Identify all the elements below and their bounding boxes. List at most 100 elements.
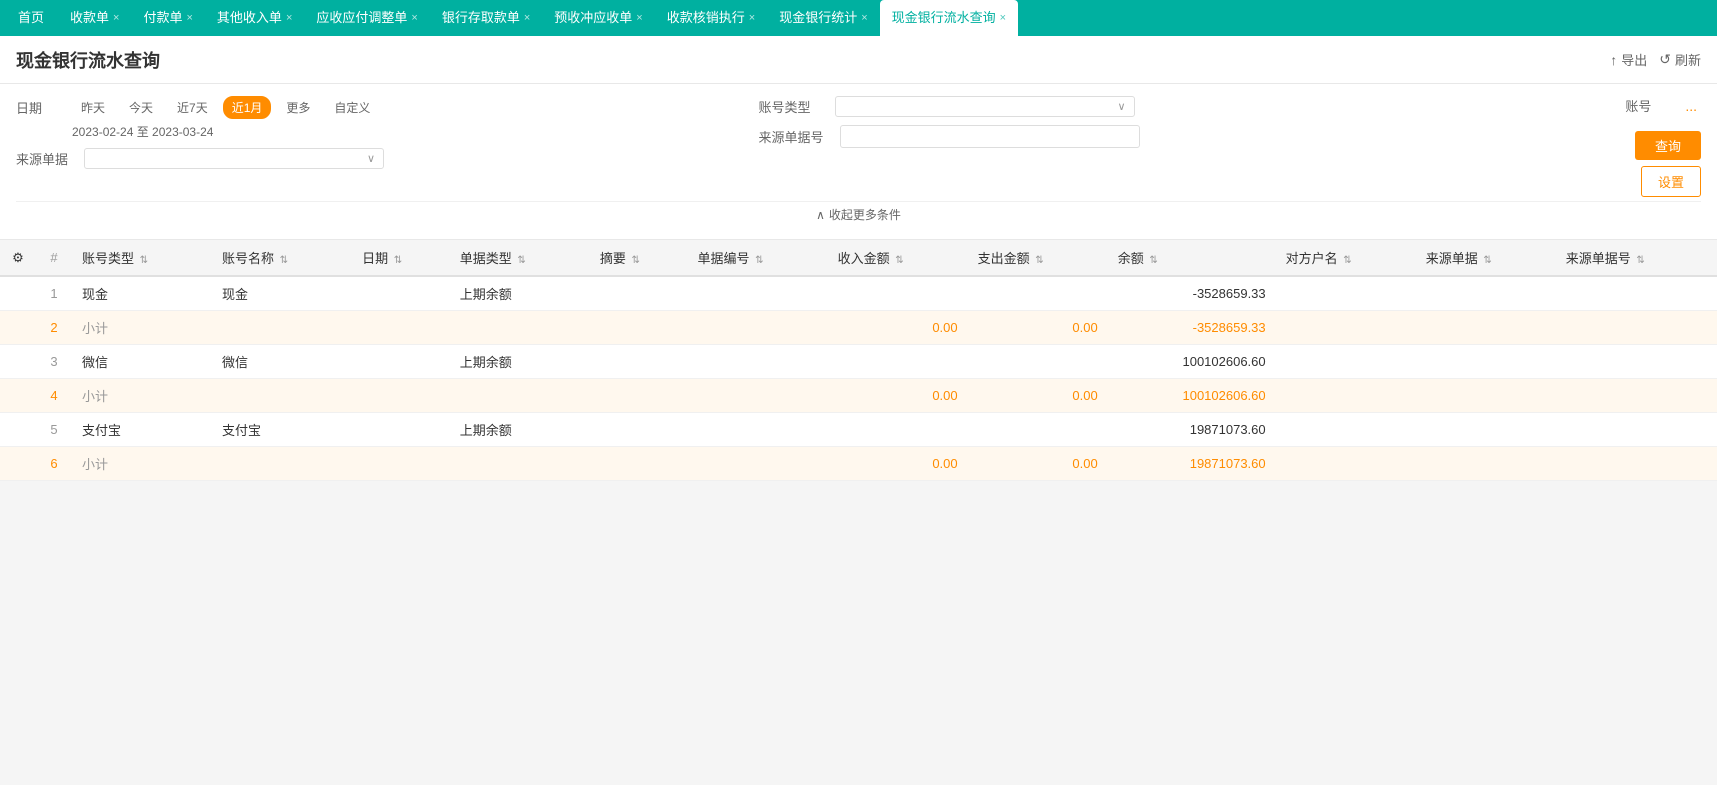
refresh-button[interactable]: ↺ 刷新	[1659, 50, 1701, 69]
table-row: 2小计0.000.00-3528659.33	[0, 311, 1717, 345]
date-more[interactable]: 更多	[277, 96, 319, 119]
td-source-doc-no	[1556, 345, 1717, 379]
td-index: 1	[36, 276, 72, 311]
td-summary	[590, 379, 688, 413]
th-counterparty[interactable]: 对方户名 ⇅	[1276, 240, 1416, 276]
nav-home[interactable]: 首页	[4, 0, 58, 36]
td-account-type: 小计	[72, 447, 212, 481]
th-source-doc[interactable]: 来源单据 ⇅	[1416, 240, 1556, 276]
close-icon[interactable]: ×	[411, 0, 417, 36]
td-settings	[0, 447, 36, 481]
close-icon[interactable]: ×	[113, 0, 119, 36]
source-doc-no-row: 来源单据号	[759, 125, 1462, 148]
th-doc-type[interactable]: 单据类型 ⇅	[450, 240, 590, 276]
th-expense[interactable]: 支出金额 ⇅	[968, 240, 1108, 276]
source-doc-select[interactable]: ∨	[84, 148, 384, 169]
td-balance: -3528659.33	[1108, 276, 1276, 311]
close-icon[interactable]: ×	[749, 0, 755, 36]
close-icon[interactable]: ×	[1000, 0, 1006, 36]
th-summary[interactable]: 摘要 ⇅	[590, 240, 688, 276]
td-expense	[968, 413, 1108, 447]
page-header: 现金银行流水查询 ↑ 导出 ↺ 刷新	[0, 36, 1717, 84]
th-date[interactable]: 日期 ⇅	[352, 240, 450, 276]
table-row: 1现金现金上期余额-3528659.33	[0, 276, 1717, 311]
source-doc-no-label: 来源单据号	[759, 127, 824, 146]
td-date	[352, 413, 450, 447]
collapse-bar[interactable]: ∧ 收起更多条件	[16, 201, 1701, 227]
settings-button[interactable]: 设置	[1641, 166, 1701, 197]
td-counterparty	[1276, 447, 1416, 481]
td-source-doc-no	[1556, 413, 1717, 447]
source-doc-label: 来源单据	[16, 149, 68, 168]
td-doc-type	[450, 311, 590, 345]
date-label: 日期	[16, 98, 56, 117]
td-account-type: 微信	[72, 345, 212, 379]
date-7days[interactable]: 近7天	[168, 96, 217, 119]
filter-area: 日期 昨天 今天 近7天 近1月 更多 自定义 2023-02-24 至 202…	[0, 84, 1717, 240]
th-balance[interactable]: 余额 ⇅	[1108, 240, 1276, 276]
td-counterparty	[1276, 413, 1416, 447]
td-income	[828, 276, 968, 311]
td-expense: 0.00	[968, 311, 1108, 345]
td-account-type: 小计	[72, 311, 212, 345]
tab-qitasd[interactable]: 其他收入单 ×	[205, 0, 304, 36]
close-icon[interactable]: ×	[186, 0, 192, 36]
td-doc-no	[688, 379, 828, 413]
source-doc-row: 来源单据 ∨	[16, 148, 719, 169]
close-icon[interactable]: ×	[286, 0, 292, 36]
tab-fukuandan[interactable]: 付款单 ×	[131, 0, 204, 36]
td-account-type: 小计	[72, 379, 212, 413]
td-income	[828, 345, 968, 379]
th-account-name[interactable]: 账号名称 ⇅	[212, 240, 352, 276]
tab-xjyhls[interactable]: 现金银行流水查询 ×	[880, 0, 1018, 36]
th-settings[interactable]: ⚙	[0, 240, 36, 276]
date-yesterday[interactable]: 昨天	[72, 96, 114, 119]
td-date	[352, 447, 450, 481]
td-income	[828, 413, 968, 447]
close-icon[interactable]: ×	[524, 0, 530, 36]
tab-yhcqkd[interactable]: 银行存取款单 ×	[430, 0, 542, 36]
collapse-up-icon: ∧	[816, 208, 825, 222]
th-account-type[interactable]: 账号类型 ⇅	[72, 240, 212, 276]
td-source-doc	[1416, 276, 1556, 311]
td-income: 0.00	[828, 379, 968, 413]
close-icon[interactable]: ×	[861, 0, 867, 36]
close-icon[interactable]: ×	[636, 0, 642, 36]
query-button[interactable]: 查询	[1635, 131, 1701, 160]
tab-yscs[interactable]: 预收冲应收单 ×	[542, 0, 654, 36]
td-date	[352, 379, 450, 413]
account-type-select[interactable]: ∨	[835, 96, 1135, 117]
td-balance: 19871073.60	[1108, 413, 1276, 447]
tab-skhxzx[interactable]: 收款核销执行 ×	[655, 0, 767, 36]
date-range-display: 2023-02-24 至 2023-03-24	[72, 125, 213, 139]
account-ellipsis[interactable]: ...	[1681, 98, 1701, 114]
td-doc-type: 上期余额	[450, 413, 590, 447]
tab-xjyhtj[interactable]: 现金银行统计 ×	[767, 0, 879, 36]
th-source-doc-no[interactable]: 来源单据号 ⇅	[1556, 240, 1717, 276]
th-doc-no[interactable]: 单据编号 ⇅	[688, 240, 828, 276]
td-source-doc-no	[1556, 311, 1717, 345]
td-doc-no	[688, 345, 828, 379]
gear-icon: ⚙	[12, 250, 24, 265]
td-doc-no	[688, 447, 828, 481]
date-today[interactable]: 今天	[120, 96, 162, 119]
tab-shoukuandan[interactable]: 收款单 ×	[58, 0, 131, 36]
source-doc-no-input[interactable]	[840, 125, 1140, 148]
td-account-name	[212, 379, 352, 413]
td-counterparty	[1276, 311, 1416, 345]
date-custom[interactable]: 自定义	[325, 96, 379, 119]
table-header-row: ⚙ # 账号类型 ⇅ 账号名称 ⇅ 日期 ⇅ 单据类型 ⇅ 摘要 ⇅ 单据编号 …	[0, 240, 1717, 276]
th-income[interactable]: 收入金额 ⇅	[828, 240, 968, 276]
chevron-down-icon: ∨	[1117, 100, 1125, 113]
account-label: 账号	[1625, 96, 1665, 115]
td-date	[352, 311, 450, 345]
td-balance: 100102606.60	[1108, 345, 1276, 379]
td-doc-no	[688, 276, 828, 311]
export-button[interactable]: ↑ 导出	[1610, 50, 1647, 69]
td-balance: -3528659.33	[1108, 311, 1276, 345]
date-1month[interactable]: 近1月	[223, 96, 272, 119]
td-source-doc	[1416, 413, 1556, 447]
td-account-name	[212, 311, 352, 345]
td-balance: 19871073.60	[1108, 447, 1276, 481]
tab-ysyftzd[interactable]: 应收应付调整单 ×	[304, 0, 429, 36]
